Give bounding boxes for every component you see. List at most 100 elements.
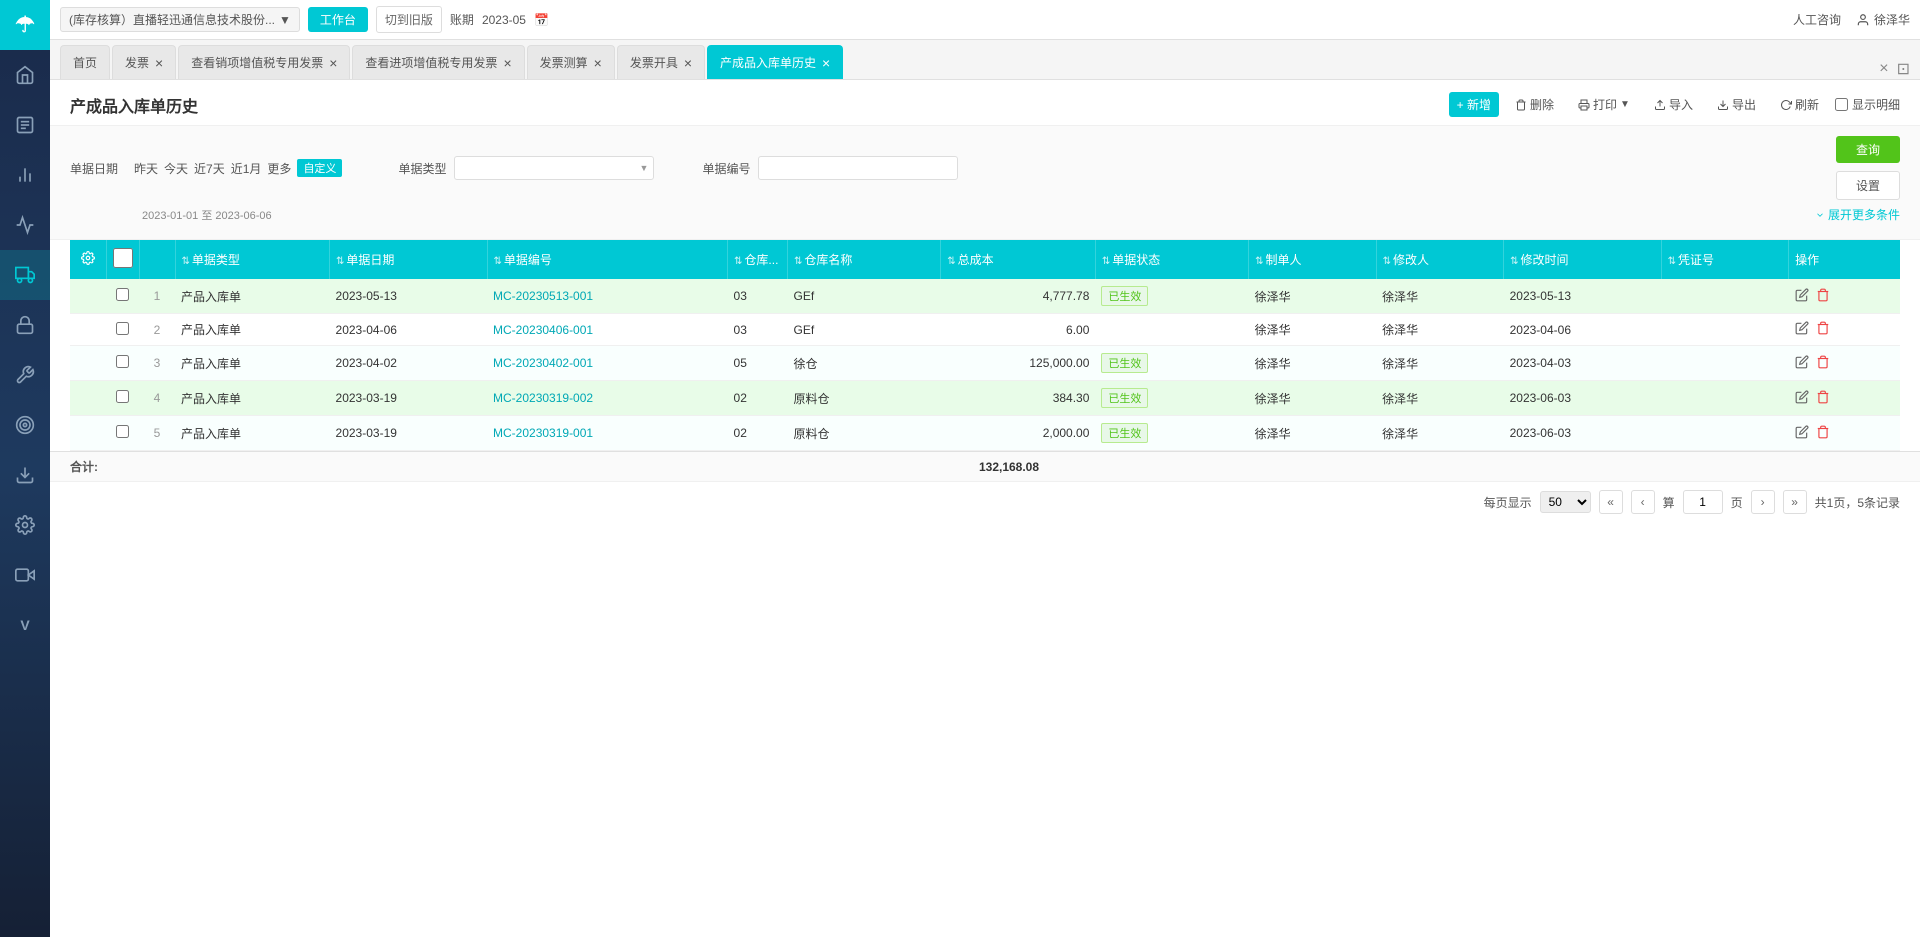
code-input[interactable] [758, 156, 958, 180]
row-checkbox-cell[interactable] [106, 279, 139, 314]
row-checkbox[interactable] [116, 390, 129, 403]
date-yesterday[interactable]: 昨天 [134, 160, 158, 177]
row-delete-icon[interactable] [1816, 322, 1830, 338]
new-button[interactable]: + 新增 [1449, 92, 1499, 117]
tab-invoice-open[interactable]: 发票开具 × [617, 45, 705, 79]
date-custom[interactable]: 自定义 [297, 159, 342, 177]
row-code-link[interactable]: MC-20230319-002 [493, 391, 593, 405]
tab-invoice-calc-close[interactable]: × [594, 56, 602, 70]
row-code-link[interactable]: MC-20230513-001 [493, 289, 593, 303]
per-page-select[interactable]: 10 20 50 100 [1540, 491, 1591, 513]
date-today[interactable]: 今天 [164, 160, 188, 177]
col-voucher[interactable]: ⇅凭证号 [1661, 240, 1788, 279]
row-code-link[interactable]: MC-20230402-001 [493, 356, 593, 370]
col-modify-time[interactable]: ⇅修改时间 [1504, 240, 1661, 279]
workspace-button[interactable]: 工作台 [308, 7, 368, 32]
tab-sales-vat-close[interactable]: × [329, 56, 337, 70]
tab-sales-vat[interactable]: 查看销项增值税专用发票 × [178, 45, 350, 79]
row-delete-icon[interactable] [1816, 289, 1830, 305]
row-edit-icon[interactable] [1795, 356, 1813, 372]
col-type[interactable]: ⇅单据类型 [175, 240, 330, 279]
tab-purchase-vat-close[interactable]: × [503, 56, 511, 70]
sidebar-item-video[interactable] [0, 550, 50, 600]
sidebar-item-target[interactable] [0, 400, 50, 450]
tab-invoice[interactable]: 发票 × [112, 45, 176, 79]
tab-invoice-close[interactable]: × [155, 56, 163, 70]
import-button[interactable]: 导入 [1646, 92, 1701, 117]
tab-invoice-open-close[interactable]: × [684, 56, 692, 70]
tab-invoice-calc[interactable]: 发票测算 × [527, 45, 615, 79]
support-link[interactable]: 人工咨询 [1793, 11, 1841, 28]
period-calendar-icon[interactable]: 📅 [534, 13, 549, 27]
row-checkbox-cell[interactable] [106, 416, 139, 451]
query-button[interactable]: 查询 [1836, 136, 1900, 163]
row-delete-icon[interactable] [1816, 426, 1830, 442]
col-modifier[interactable]: ⇅修改人 [1376, 240, 1503, 279]
sidebar-item-home[interactable] [0, 50, 50, 100]
date-7days[interactable]: 近7天 [194, 160, 225, 177]
tab-sales-vat-label: 查看销项增值税专用发票 [191, 54, 323, 71]
row-checkbox[interactable] [116, 288, 129, 301]
export-button[interactable]: 导出 [1709, 92, 1764, 117]
col-creator[interactable]: ⇅制单人 [1249, 240, 1376, 279]
sidebar-item-settings[interactable] [0, 500, 50, 550]
date-1month[interactable]: 近1月 [231, 160, 262, 177]
tab-product-history-close[interactable]: × [822, 56, 830, 70]
row-code-link[interactable]: MC-20230319-001 [493, 426, 593, 440]
row-checkbox[interactable] [116, 425, 129, 438]
sidebar-item-tools[interactable] [0, 350, 50, 400]
row-checkbox-cell[interactable] [106, 346, 139, 381]
sidebar-item-lock[interactable] [0, 300, 50, 350]
row-num-cell: 1 [139, 279, 175, 314]
next-page-button[interactable]: › [1751, 490, 1775, 514]
type-select[interactable] [454, 156, 654, 180]
delete-button[interactable]: 删除 [1507, 92, 1562, 117]
col-wh-name[interactable]: ⇅仓库名称 [788, 240, 941, 279]
row-edit-icon[interactable] [1795, 322, 1813, 338]
col-date[interactable]: ⇅单据日期 [330, 240, 487, 279]
sidebar-item-docs[interactable] [0, 100, 50, 150]
sidebar-item-download[interactable] [0, 450, 50, 500]
switch-version-button[interactable]: 切到旧版 [376, 6, 442, 33]
row-checkbox[interactable] [116, 322, 129, 335]
select-all-checkbox[interactable] [113, 248, 133, 268]
row-edit-icon[interactable] [1795, 289, 1813, 305]
print-button[interactable]: 打印 ▼ [1570, 92, 1638, 117]
col-wh-code[interactable]: ⇅仓库... [728, 240, 788, 279]
last-page-button[interactable]: » [1783, 490, 1807, 514]
row-checkbox-cell[interactable] [106, 381, 139, 416]
col-total-cost[interactable]: ⇅总成本 [941, 240, 1096, 279]
row-checkbox-cell[interactable] [106, 314, 139, 346]
row-delete-icon[interactable] [1816, 391, 1830, 407]
row-checkbox[interactable] [116, 355, 129, 368]
sidebar-item-chart[interactable] [0, 200, 50, 250]
col-settings[interactable] [70, 240, 106, 279]
row-code-link[interactable]: MC-20230406-001 [493, 323, 593, 337]
row-edit-icon[interactable] [1795, 426, 1813, 442]
filter-setting-button[interactable]: 设置 [1836, 171, 1900, 200]
sidebar-item-stock[interactable] [0, 250, 50, 300]
tab-product-history[interactable]: 产成品入库单历史 × [707, 45, 843, 79]
tab-purchase-vat[interactable]: 查看进项增值税专用发票 × [352, 45, 524, 79]
show-detail-checkbox[interactable]: 显示明细 [1835, 96, 1900, 113]
col-status[interactable]: ⇅单据状态 [1095, 240, 1248, 279]
col-checkbox[interactable] [106, 240, 139, 279]
row-status: 已生效 [1095, 279, 1248, 314]
row-edit-icon[interactable] [1795, 391, 1813, 407]
company-selector[interactable]: (库存核算）直播轻迅通信息技术股份... ▼ [60, 7, 300, 32]
expand-filters-button[interactable]: 展开更多条件 [1815, 206, 1900, 223]
show-detail-input[interactable] [1835, 98, 1848, 111]
row-delete-icon[interactable] [1816, 356, 1830, 372]
refresh-button[interactable]: 刷新 [1772, 92, 1827, 117]
sidebar-item-v[interactable]: V [0, 600, 50, 650]
col-code[interactable]: ⇅单据编号 [487, 240, 728, 279]
sidebar-item-analytics[interactable] [0, 150, 50, 200]
tab-home[interactable]: 首页 [60, 45, 110, 79]
window-maximize-icon[interactable]: ⊡ [1897, 59, 1910, 79]
prev-page-button[interactable]: ‹ [1631, 490, 1655, 514]
page-number-input[interactable] [1683, 490, 1723, 514]
first-page-button[interactable]: « [1599, 490, 1623, 514]
user-menu[interactable]: 徐泽华 [1856, 11, 1910, 28]
window-close-icon[interactable]: × [1879, 60, 1888, 78]
date-more[interactable]: 更多 [267, 160, 291, 177]
